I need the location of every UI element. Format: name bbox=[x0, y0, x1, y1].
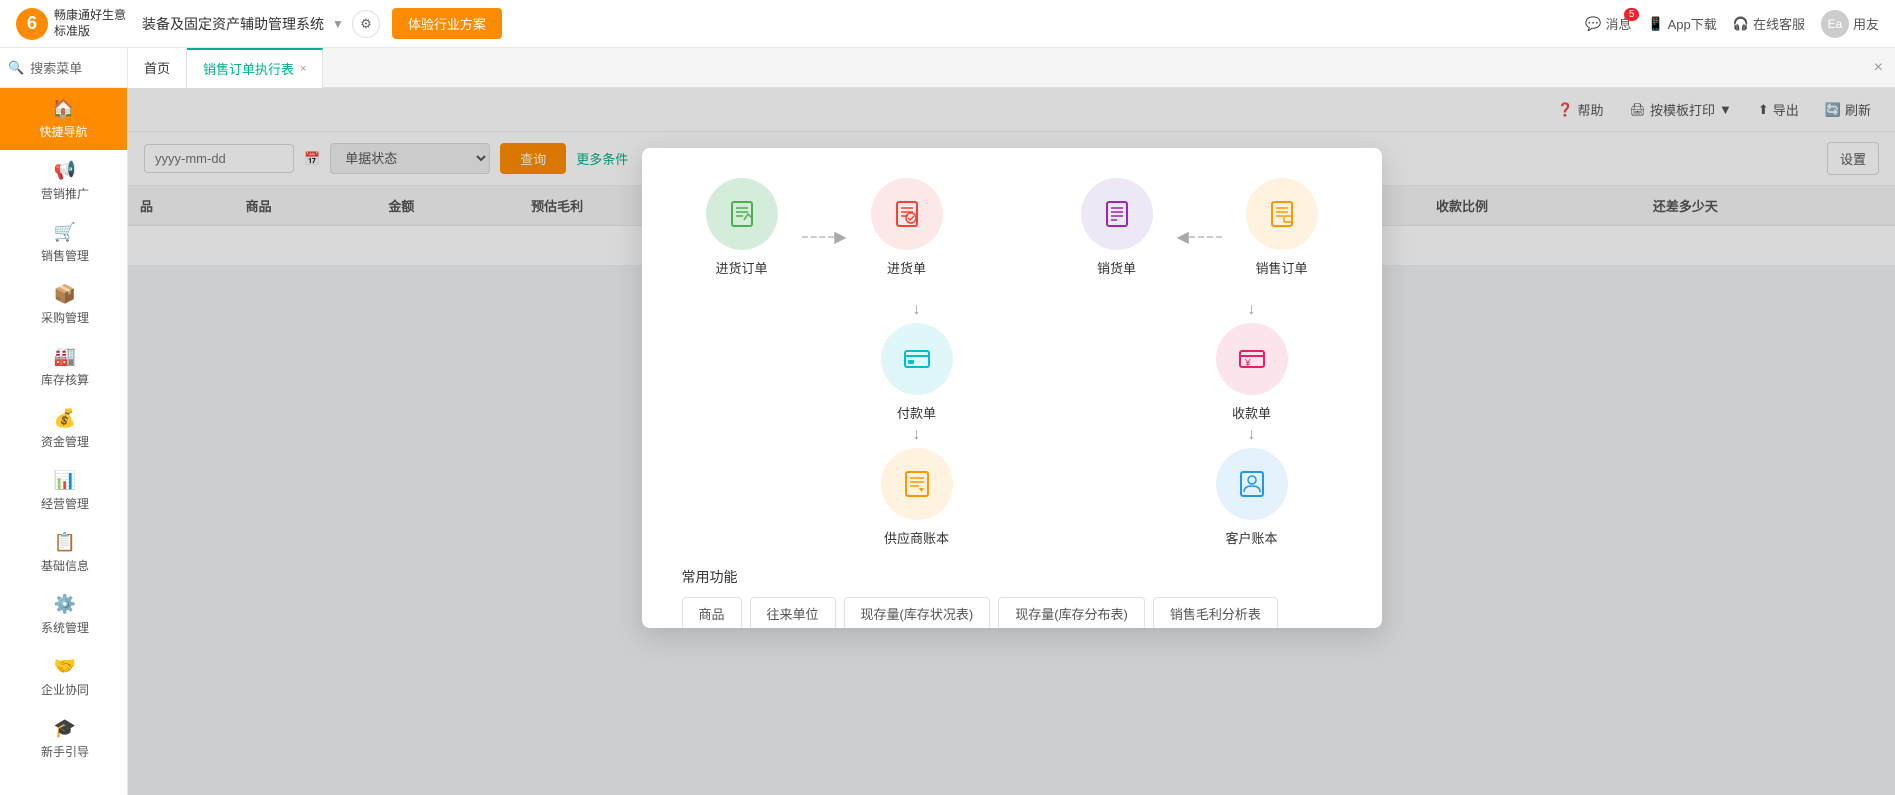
download-icon: 📱 bbox=[1647, 16, 1663, 32]
message-badge: 5 bbox=[1624, 8, 1640, 21]
service-icon: 🎧 bbox=[1733, 16, 1749, 32]
sidebar-item-sales[interactable]: 🛒 销售管理 bbox=[0, 212, 127, 274]
flow-diagram: 进货订单 ▶ bbox=[682, 178, 1342, 547]
common-functions-title: 常用功能 bbox=[682, 567, 1342, 587]
flow-node-purchase-bill: 进货单 bbox=[847, 178, 967, 277]
app-download-button[interactable]: 📱 App下载 bbox=[1647, 14, 1716, 33]
receipt-label: 收款单 bbox=[1232, 403, 1271, 422]
sale-order-label: 销售订单 bbox=[1255, 258, 1307, 277]
flow-node-payment: 付款单 bbox=[857, 323, 977, 422]
sidebar-item-quick-nav[interactable]: 🏠 快捷导航 bbox=[0, 88, 127, 150]
modal-overlay[interactable]: 进货订单 ▶ bbox=[128, 88, 1895, 795]
search-icon: 🔍 bbox=[8, 60, 24, 76]
sales-icon: 🛒 bbox=[54, 222, 76, 243]
flow-node-sale-bill: 销货单 bbox=[1057, 178, 1177, 277]
arrow-down-supplier: ↓ bbox=[913, 426, 921, 444]
flow-node-supplier-account: 供应商账本 bbox=[857, 448, 977, 547]
sidebar-item-finance[interactable]: 💰 资金管理 bbox=[0, 398, 127, 460]
flow-node-customer-account: 客户账本 bbox=[1192, 448, 1312, 547]
receipt-icon: ¥ bbox=[1216, 323, 1288, 395]
logo-area: 6 畅康通好生意 标准版 bbox=[16, 8, 126, 40]
supplier-account-label: 供应商账本 bbox=[884, 528, 949, 547]
customer-account-icon bbox=[1216, 448, 1288, 520]
close-all-tabs[interactable]: × bbox=[1862, 59, 1895, 77]
search-menu[interactable]: 🔍 搜索菜单 bbox=[0, 48, 127, 88]
finance-icon: 💰 bbox=[54, 408, 76, 429]
online-service-button[interactable]: 🎧 在线客服 bbox=[1733, 14, 1805, 33]
sidebar-item-inventory[interactable]: 🏭 库存核算 bbox=[0, 336, 127, 398]
tab-home[interactable]: 首页 bbox=[128, 48, 187, 88]
newbie-icon: 🎓 bbox=[54, 718, 76, 739]
arrow-down-payment: ↓ bbox=[913, 301, 921, 319]
avatar: Ea bbox=[1821, 10, 1849, 38]
cf-btn-sale-profit[interactable]: 销售毛利分析表 bbox=[1153, 597, 1278, 628]
sidebar-item-operations[interactable]: 📊 经营管理 bbox=[0, 460, 127, 522]
message-icon: 💬 bbox=[1585, 16, 1601, 32]
tab-close-icon[interactable]: × bbox=[300, 63, 306, 75]
trial-button[interactable]: 体验行业方案 bbox=[392, 8, 502, 39]
purchase-order-icon bbox=[706, 178, 778, 250]
inventory-icon: 🏭 bbox=[54, 346, 76, 367]
sidebar-item-enterprise[interactable]: 🤝 企业协同 bbox=[0, 646, 127, 708]
user-menu[interactable]: Ea 用友 bbox=[1821, 10, 1879, 38]
arrow-down-customer: ↓ bbox=[1248, 426, 1256, 444]
purchase-bill-icon bbox=[871, 178, 943, 250]
page-content: ❓ 帮助 🖨 按模板打印 ▼ ⬆ 导出 🔄 bbox=[128, 88, 1895, 795]
message-button[interactable]: 💬 消息 5 bbox=[1585, 14, 1631, 33]
cf-btn-product[interactable]: 商品 bbox=[682, 597, 742, 628]
system-title: 装备及固定资产辅助管理系统 bbox=[142, 14, 324, 34]
sidebar-item-purchase[interactable]: 📦 采购管理 bbox=[0, 274, 127, 336]
payment-label: 付款单 bbox=[897, 403, 936, 422]
sidebar-item-base-info[interactable]: 📋 基础信息 bbox=[0, 522, 127, 584]
operations-icon: 📊 bbox=[54, 470, 76, 491]
enterprise-icon: 🤝 bbox=[54, 656, 76, 677]
customer-account-label: 客户账本 bbox=[1225, 528, 1277, 547]
logo-text: 畅康通好生意 标准版 bbox=[54, 8, 126, 39]
flow-node-purchase-order: 进货订单 bbox=[682, 178, 802, 277]
sale-bill-icon bbox=[1081, 178, 1153, 250]
system-icon: ⚙️ bbox=[54, 594, 76, 615]
base-info-icon: 📋 bbox=[54, 532, 76, 553]
arrow-down-receipt: ↓ bbox=[1248, 301, 1256, 319]
common-functions: 常用功能 商品 往来单位 现存量(库存状况表) 现存量(库存分布表) 销售毛利分… bbox=[682, 567, 1342, 628]
sidebar: 🔍 搜索菜单 🏠 快捷导航 📢 营销推广 🛒 销售管理 📦 采购管理 🏭 bbox=[0, 48, 128, 795]
sale-order-icon bbox=[1246, 178, 1318, 250]
purchase-order-label: 进货订单 bbox=[715, 258, 767, 277]
tab-sales-order[interactable]: 销售订单执行表 × bbox=[187, 48, 323, 88]
sale-bill-label: 销货单 bbox=[1097, 258, 1136, 277]
sidebar-item-newbie[interactable]: 🎓 新手引导 bbox=[0, 708, 127, 770]
tab-bar: 首页 销售订单执行表 × × bbox=[128, 48, 1895, 88]
title-dropdown-icon[interactable]: ▼ bbox=[332, 17, 344, 31]
marketing-icon: 📢 bbox=[54, 160, 76, 181]
logo-icon: 6 bbox=[16, 8, 48, 40]
purchase-icon: 📦 bbox=[54, 284, 76, 305]
purchase-bill-label: 进货单 bbox=[887, 258, 926, 277]
top-right-area: 💬 消息 5 📱 App下载 🎧 在线客服 Ea 用友 bbox=[1585, 10, 1879, 38]
cf-btn-partner[interactable]: 往来单位 bbox=[750, 597, 836, 628]
settings-icon[interactable]: ⚙ bbox=[352, 10, 380, 38]
modal-dialog: 进货订单 ▶ bbox=[642, 148, 1382, 628]
cf-btn-stock-status[interactable]: 现存量(库存状况表) bbox=[844, 597, 991, 628]
quick-nav-icon: 🏠 bbox=[52, 98, 74, 119]
payment-icon bbox=[881, 323, 953, 395]
cf-btn-stock-dist[interactable]: 现存量(库存分布表) bbox=[998, 597, 1145, 628]
cf-buttons-row1: 商品 往来单位 现存量(库存状况表) 现存量(库存分布表) 销售毛利分析表 商品… bbox=[682, 597, 1342, 628]
flow-node-receipt: ¥ 收款单 bbox=[1192, 323, 1312, 422]
sidebar-item-marketing[interactable]: 📢 营销推广 bbox=[0, 150, 127, 212]
supplier-account-icon bbox=[881, 448, 953, 520]
sidebar-item-system[interactable]: ⚙️ 系统管理 bbox=[0, 584, 127, 646]
svg-text:¥: ¥ bbox=[1244, 358, 1251, 369]
flow-node-sale-order: 销售订单 bbox=[1222, 178, 1342, 277]
